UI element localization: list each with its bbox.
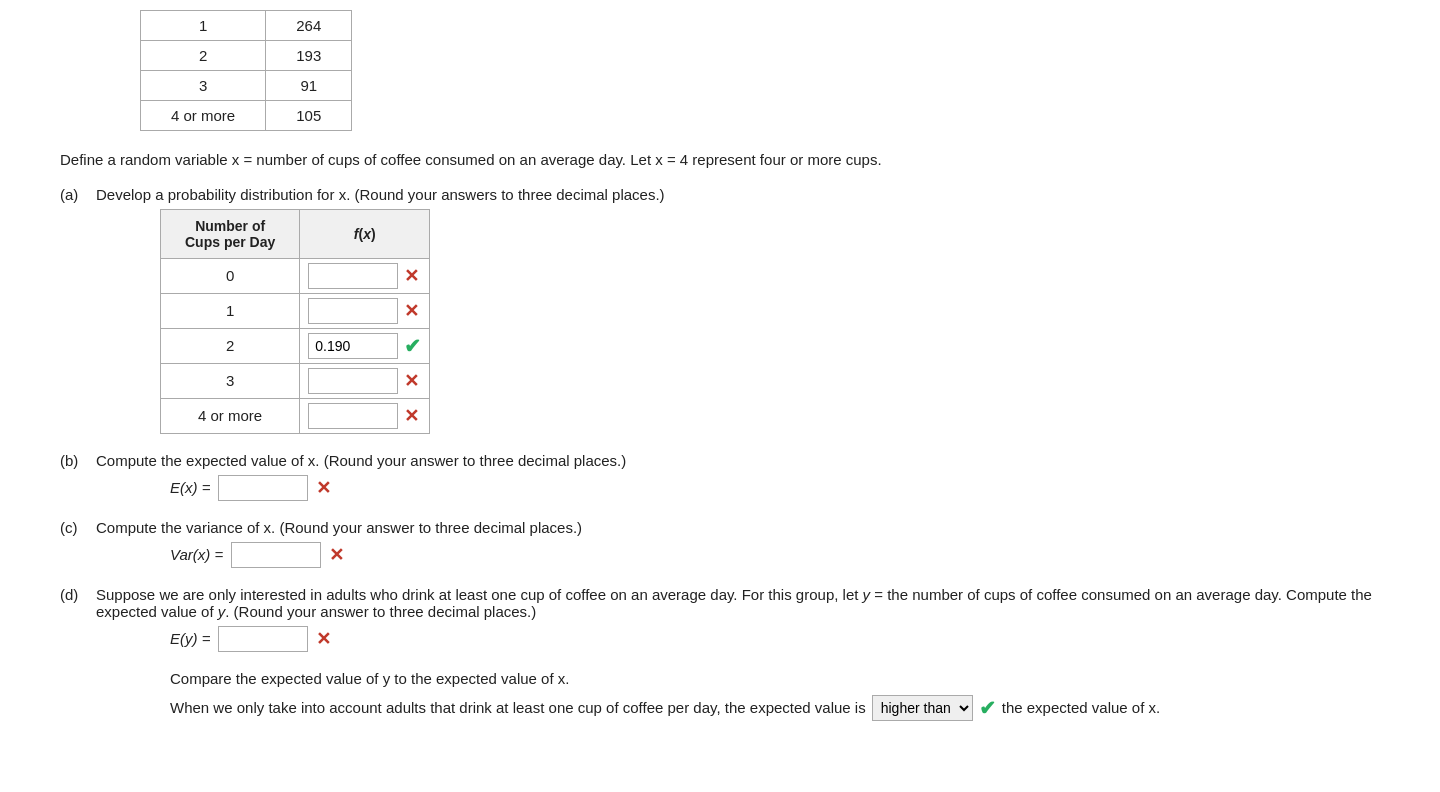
prob-row-input-group-4: ✕	[308, 403, 421, 429]
prob-row-input-cell-1: ✕	[300, 293, 430, 328]
part-d-text: Suppose we are only interested in adults…	[96, 586, 1380, 620]
part-a-block: (a) Develop a probability distribution f…	[60, 186, 1380, 434]
part-b-text: Compute the expected value of x. (Round …	[96, 452, 626, 469]
prob-row-input-cell-0: ✕	[300, 258, 430, 293]
prob-row-input-cell-4: ✕	[300, 398, 430, 433]
prob-row-input-1[interactable]	[308, 298, 398, 324]
part-b-input[interactable]	[218, 475, 308, 501]
part-c-answer-row: Var(x) = ✕	[170, 542, 1380, 568]
part-b-header: (b) Compute the expected value of x. (Ro…	[60, 452, 1380, 469]
top-table-value: 193	[266, 41, 352, 71]
part-c-label: (c)	[60, 519, 88, 536]
part-b-eq-label: E(x) =	[170, 479, 210, 496]
part-b-label: (b)	[60, 452, 88, 469]
top-table-label: 3	[141, 71, 266, 101]
when-text-row: When we only take into account adults th…	[170, 695, 1380, 721]
col-header-cups: Number ofCups per Day	[161, 209, 300, 258]
compare-text: Compare the expected value of y to the e…	[170, 670, 1380, 687]
prob-row-input-group-3: ✕	[308, 368, 421, 394]
prob-row-label-4: 4 or more	[161, 398, 300, 433]
prob-table-row: 4 or more ✕	[161, 398, 430, 433]
prob-row-label-1: 1	[161, 293, 300, 328]
part-c-input[interactable]	[231, 542, 321, 568]
part-d-eq-label: E(y) =	[170, 630, 210, 647]
part-d-block: (d) Suppose we are only interested in ad…	[60, 586, 1380, 652]
prob-table-row: 1 ✕	[161, 293, 430, 328]
prob-table-row: 0 ✕	[161, 258, 430, 293]
description-text: Define a random variable x = number of c…	[60, 149, 1380, 172]
part-b-error-icon: ✕	[316, 477, 331, 499]
prob-row-error-icon-3: ✕	[404, 370, 419, 392]
prob-row-label-3: 3	[161, 363, 300, 398]
top-table-label: 2	[141, 41, 266, 71]
top-table-value: 105	[266, 101, 352, 131]
part-a-label: (a)	[60, 186, 88, 203]
part-c-header: (c) Compute the variance of x. (Round yo…	[60, 519, 1380, 536]
prob-row-error-icon-0: ✕	[404, 265, 419, 287]
top-table-row: 391	[141, 71, 352, 101]
prob-table: Number ofCups per Day f(x) 0 ✕ 1 ✕	[160, 209, 430, 434]
prob-row-input-group-0: ✕	[308, 263, 421, 289]
prob-table-row: 2 ✔	[161, 328, 430, 363]
top-table-value: 264	[266, 11, 352, 41]
prob-row-input-cell-2: ✔	[300, 328, 430, 363]
page: 126421933914 or more105 Define a random …	[0, 0, 1440, 792]
prob-row-input-3[interactable]	[308, 368, 398, 394]
part-a-header: (a) Develop a probability distribution f…	[60, 186, 1380, 203]
part-d-label: (d)	[60, 586, 88, 620]
part-c-error-icon: ✕	[329, 544, 344, 566]
prob-row-label-0: 0	[161, 258, 300, 293]
when-text-suffix: the expected value of x.	[1002, 699, 1160, 716]
part-d-answer-row: E(y) = ✕	[170, 626, 1380, 652]
comparison-dropdown[interactable]: higher thanlower thanequal to	[872, 695, 973, 721]
part-d-header: (d) Suppose we are only interested in ad…	[60, 586, 1380, 620]
top-table-row: 4 or more105	[141, 101, 352, 131]
part-c-block: (c) Compute the variance of x. (Round yo…	[60, 519, 1380, 568]
top-table-label: 4 or more	[141, 101, 266, 131]
part-b-block: (b) Compute the expected value of x. (Ro…	[60, 452, 1380, 501]
col-header-fx: f(x)	[300, 209, 430, 258]
prob-table-row: 3 ✕	[161, 363, 430, 398]
prob-row-input-4[interactable]	[308, 403, 398, 429]
prob-row-error-icon-1: ✕	[404, 300, 419, 322]
part-b-answer-row: E(x) = ✕	[170, 475, 1380, 501]
dropdown-check-icon: ✔	[979, 696, 996, 720]
top-table-value: 91	[266, 71, 352, 101]
part-d-input[interactable]	[218, 626, 308, 652]
prob-row-input-0[interactable]	[308, 263, 398, 289]
top-table-row: 1264	[141, 11, 352, 41]
when-text-prefix: When we only take into account adults th…	[170, 699, 866, 716]
top-table-row: 2193	[141, 41, 352, 71]
prob-row-input-group-2: ✔	[308, 333, 421, 359]
prob-row-check-icon-2: ✔	[404, 334, 421, 358]
prob-row-input-group-1: ✕	[308, 298, 421, 324]
part-a-text: Develop a probability distribution for x…	[96, 186, 665, 203]
prob-row-label-2: 2	[161, 328, 300, 363]
part-d-error-icon: ✕	[316, 628, 331, 650]
top-table-label: 1	[141, 11, 266, 41]
part-c-text: Compute the variance of x. (Round your a…	[96, 519, 582, 536]
part-c-eq-label: Var(x) =	[170, 546, 223, 563]
data-table: 126421933914 or more105	[140, 10, 352, 131]
prob-row-input-cell-3: ✕	[300, 363, 430, 398]
prob-row-input-2[interactable]	[308, 333, 398, 359]
prob-row-error-icon-4: ✕	[404, 405, 419, 427]
